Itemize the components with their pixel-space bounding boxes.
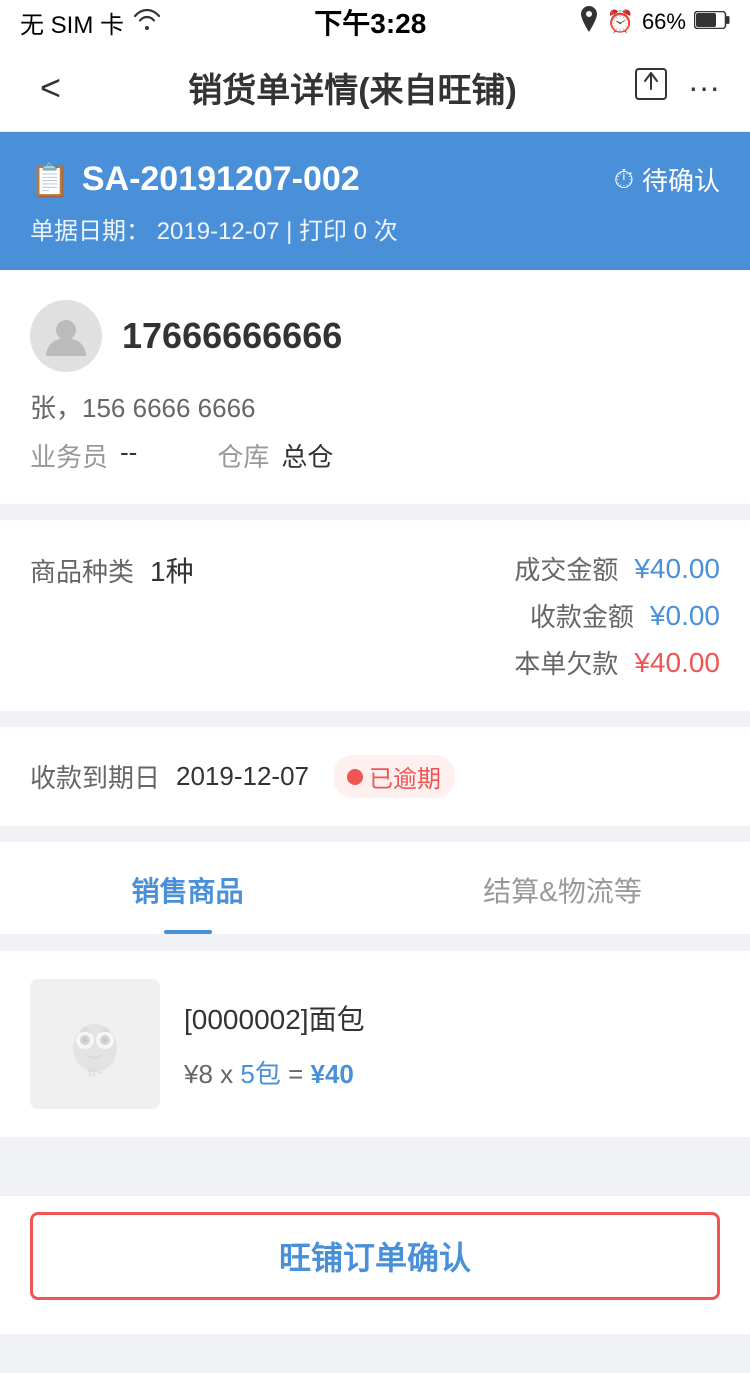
order-id: SA-20191207-002: [82, 160, 360, 199]
customer-avatar: [30, 300, 102, 372]
product-name: [0000002]面包: [184, 998, 720, 1038]
battery-icon: [694, 9, 730, 35]
customer-phone[interactable]: 17666666666: [122, 315, 342, 357]
more-icon[interactable]: ···: [688, 69, 720, 106]
transaction-amount: ¥40.00: [634, 553, 720, 585]
summary-left: 商品种类 1种: [30, 550, 194, 590]
confirm-order-button[interactable]: 旺铺订单确认: [30, 1212, 720, 1300]
status-left: 无 SIM 卡: [20, 5, 162, 40]
order-date-row: 单据日期： 2019-12-07 | 打印 0 次: [30, 211, 720, 246]
owl-logo: 管+: [55, 1004, 135, 1084]
customer-card: 17666666666 张，156 6666 6666 业务员 -- 仓库 总仓: [0, 270, 750, 504]
received-amount: ¥0.00: [650, 600, 720, 632]
nav-bar: < 销货单详情(来自旺铺) ···: [0, 44, 750, 132]
sales-value: --: [120, 437, 137, 474]
wifi-icon: [132, 8, 162, 37]
balance-amount: ¥40.00: [634, 647, 720, 679]
page-title: 销货单详情(来自旺铺): [188, 63, 517, 112]
order-header-card: 📋 SA-20191207-002 ⏱ 待确认 单据日期： 2019-12-07…: [0, 132, 750, 270]
tabs-container: 销售商品 结算&物流等: [0, 842, 750, 935]
nav-actions: ···: [634, 67, 720, 109]
print-info: | 打印 0 次: [286, 218, 398, 245]
sales-meta: 业务员 --: [30, 437, 137, 474]
overdue-badge: 已逾期: [333, 755, 455, 798]
transaction-label: 成交金额: [514, 550, 618, 587]
status-bar: 无 SIM 卡 下午3:28 ⏰ 66%: [0, 0, 750, 44]
received-amount-row: 收款金额 ¥0.00: [530, 597, 720, 634]
status-clock-icon: ⏱: [614, 164, 634, 196]
order-status: ⏱ 待确认: [614, 161, 720, 198]
product-card: 管+ [0000002]面包 ¥8 x 5包 = ¥40: [0, 951, 750, 1137]
summary-card: 商品种类 1种 成交金额 ¥40.00 收款金额 ¥0.00 本单欠款 ¥40.…: [0, 520, 750, 711]
product-qty: 5包: [240, 1059, 280, 1089]
warehouse-value: 总仓: [281, 437, 333, 474]
date-label: 单据日期：: [30, 218, 150, 245]
due-date-value: 2019-12-07: [176, 761, 309, 792]
balance-label: 本单欠款: [514, 644, 618, 681]
product-info: [0000002]面包 ¥8 x 5包 = ¥40: [184, 998, 720, 1091]
order-date: 2019-12-07: [157, 218, 280, 245]
sim-text: 无 SIM 卡: [20, 5, 124, 40]
status-time: 下午3:28: [314, 2, 426, 42]
back-button[interactable]: <: [30, 57, 71, 119]
alarm-icon: ⏰: [607, 9, 634, 35]
order-id-icon: 📋: [30, 161, 70, 199]
sales-label: 业务员: [30, 437, 108, 474]
product-equals: =: [281, 1059, 311, 1089]
product-type-row: 商品种类 1种: [30, 550, 194, 590]
due-date-card: 收款到期日 2019-12-07 已逾期: [0, 727, 750, 826]
product-price-prefix: ¥8 x: [184, 1059, 240, 1089]
balance-row: 本单欠款 ¥40.00: [514, 644, 720, 681]
warehouse-label: 仓库: [217, 437, 269, 474]
location-icon: [579, 6, 599, 38]
due-date-label: 收款到期日: [30, 758, 160, 795]
customer-info-row: 张，156 6666 6666: [30, 388, 720, 425]
product-name-text: 面包: [309, 1004, 365, 1035]
received-label: 收款金额: [530, 597, 634, 634]
svg-text:管+: 管+: [87, 1066, 103, 1079]
product-total: ¥40: [310, 1059, 353, 1089]
status-text: 待确认: [642, 161, 720, 198]
tab-sales-goods[interactable]: 销售商品: [0, 842, 375, 934]
summary-right: 成交金额 ¥40.00 收款金额 ¥0.00 本单欠款 ¥40.00: [514, 550, 720, 681]
product-type-label: 商品种类: [30, 552, 134, 589]
battery-text: 66%: [642, 9, 686, 35]
transaction-amount-row: 成交金额 ¥40.00: [514, 550, 720, 587]
overdue-dot-icon: [347, 769, 363, 785]
tab-settlement[interactable]: 结算&物流等: [375, 842, 750, 934]
product-code: [0000002]: [184, 1004, 309, 1035]
warehouse-meta: 仓库 总仓: [217, 437, 333, 474]
status-right: ⏰ 66%: [579, 6, 730, 38]
product-price-row: ¥8 x 5包 = ¥40: [184, 1054, 720, 1091]
customer-meta-row: 业务员 -- 仓库 总仓: [30, 437, 720, 474]
bottom-bar: 旺铺订单确认: [0, 1195, 750, 1334]
product-image: 管+: [30, 979, 160, 1109]
share-icon[interactable]: [634, 67, 668, 109]
product-type-value: 1种: [150, 550, 194, 590]
tabs-row: 销售商品 结算&物流等: [0, 842, 750, 935]
overdue-text: 已逾期: [369, 759, 441, 794]
